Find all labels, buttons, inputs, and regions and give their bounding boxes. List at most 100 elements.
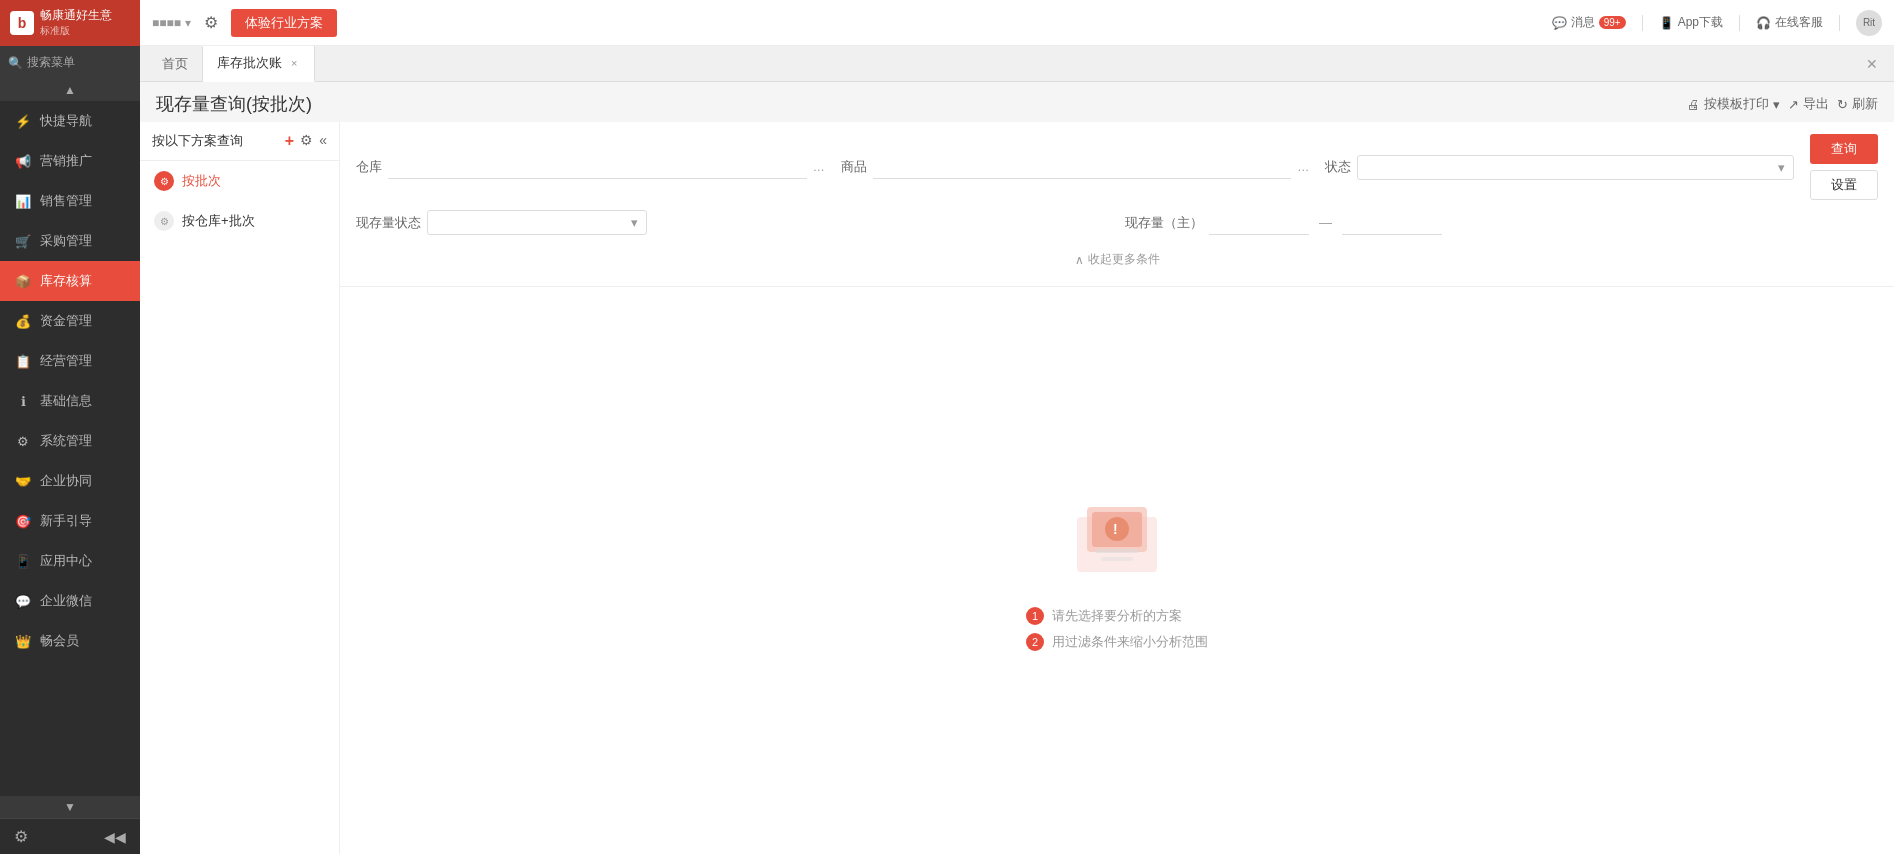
empty-state: ! 1 请先选择要分析的方案 2 用过滤条件来缩小分析范围 (340, 287, 1894, 854)
page-header-actions: 🖨 按模板打印 ▾ ↗ 导出 ↻ 刷新 (1687, 95, 1878, 113)
sidebar-item-inventory[interactable]: 📦 库存核算 (0, 261, 140, 301)
enterprise-label: 企业协同 (40, 472, 92, 490)
sidebar-item-app-center[interactable]: 📱 应用中心 (0, 541, 140, 581)
footer-settings-icon[interactable]: ⚙ (14, 827, 28, 846)
print-button[interactable]: 🖨 按模板打印 ▾ (1687, 95, 1780, 113)
purchase-label: 采购管理 (40, 232, 92, 250)
page-header: 现存量查询(按批次) 🖨 按模板打印 ▾ ↗ 导出 ↻ 刷新 (140, 82, 1894, 122)
tab-home[interactable]: 首页 (148, 47, 203, 81)
sidebar-item-marketing[interactable]: 📢 营销推广 (0, 141, 140, 181)
add-scheme-button[interactable]: + (285, 132, 294, 150)
product-filter-label: 商品 (841, 158, 867, 176)
step-1-number: 1 (1026, 607, 1044, 625)
left-panel-header: 按以下方案查询 + ⚙ « (140, 122, 339, 161)
scheme-icon-gray: ⚙ (154, 211, 174, 231)
wechat-icon: 💬 (14, 592, 32, 610)
status-filter-group: 状态 ▾ (1325, 155, 1794, 180)
refresh-icon: ↻ (1837, 97, 1848, 112)
basic-info-label: 基础信息 (40, 392, 92, 410)
print-label: 按模板打印 (1704, 95, 1769, 113)
app-download-button[interactable]: 📱 App下载 (1659, 14, 1723, 31)
system-icon: ⚙ (14, 432, 32, 450)
topbar-left: ■■■■ ▾ ⚙ 体验行业方案 (152, 9, 1544, 37)
app-logo: b (10, 11, 34, 35)
print-icon: 🖨 (1687, 97, 1700, 112)
sidebar-item-basic-info[interactable]: ℹ 基础信息 (0, 381, 140, 421)
warehouse-filter-input[interactable] (388, 155, 807, 179)
product-more-button[interactable]: … (1297, 160, 1309, 174)
message-icon: 💬 (1552, 16, 1567, 30)
sidebar-header: b 畅康通好生意 标准版 (0, 0, 140, 46)
sidebar-footer: ⚙ ◀◀ (0, 818, 140, 854)
shortcuts-label: 快捷导航 (40, 112, 92, 130)
sidebar-item-sales[interactable]: 📊 销售管理 (0, 181, 140, 221)
avatar-text: Rit (1863, 17, 1875, 28)
refresh-button[interactable]: ↻ 刷新 (1837, 95, 1878, 113)
status-filter-label: 状态 (1325, 158, 1351, 176)
collapse-filter-button[interactable]: ∧ 收起更多条件 (356, 245, 1878, 274)
filter-row-1: 仓库 … 商品 … 状态 ▾ (356, 134, 1878, 200)
tab-side-close-button[interactable]: ✕ (1858, 56, 1886, 72)
scheme-item-by-warehouse-batch[interactable]: ⚙ 按仓库+批次 (140, 201, 339, 241)
sidebar-item-members[interactable]: 👑 畅会员 (0, 621, 140, 661)
filter-area: 仓库 … 商品 … 状态 ▾ (340, 122, 1894, 287)
user-avatar-button[interactable]: Rit (1856, 10, 1882, 36)
page-title: 现存量查询(按批次) (156, 92, 312, 116)
sidebar-item-operations[interactable]: 📋 经营管理 (0, 341, 140, 381)
topbar: ■■■■ ▾ ⚙ 体验行业方案 💬 消息 99+ 📱 App下载 🎧 在线客服 (140, 0, 1894, 46)
sidebar-item-purchase[interactable]: 🛒 采购管理 (0, 221, 140, 261)
query-button[interactable]: 查询 (1810, 134, 1878, 164)
brand-info: 畅康通好生意 标准版 (40, 8, 112, 38)
warehouse-more-button[interactable]: … (813, 160, 825, 174)
empty-text: 1 请先选择要分析的方案 2 用过滤条件来缩小分析范围 (1026, 603, 1208, 655)
tab-inventory-batch[interactable]: 库存批次账 × (203, 46, 315, 82)
message-label: 消息 (1571, 14, 1595, 31)
sidebar-search[interactable]: 🔍 搜索菜单 (0, 46, 140, 79)
topbar-right: 💬 消息 99+ 📱 App下载 🎧 在线客服 Rit (1552, 10, 1882, 36)
sidebar-item-shortcuts[interactable]: ⚡ 快捷导航 (0, 101, 140, 141)
scheme-item-by-batch[interactable]: ⚙ 按批次 (140, 161, 339, 201)
system-label: 系统管理 (40, 432, 92, 450)
stock-status-select[interactable]: ▾ (427, 210, 647, 235)
tab-home-label: 首页 (162, 55, 188, 73)
scheme-settings-icon[interactable]: ⚙ (300, 132, 313, 150)
collapse-left-panel-button[interactable]: « (319, 132, 327, 150)
status-filter-select[interactable]: ▾ (1357, 155, 1794, 180)
sidebar-item-enterprise[interactable]: 🤝 企业协同 (0, 461, 140, 501)
sales-icon: 📊 (14, 192, 32, 210)
online-service-button[interactable]: 🎧 在线客服 (1756, 14, 1823, 31)
basic-info-icon: ℹ (14, 392, 32, 410)
stock-qty-max-input[interactable] (1342, 211, 1442, 235)
sidebar-item-guide[interactable]: 🎯 新手引导 (0, 501, 140, 541)
product-filter-input[interactable] (873, 155, 1292, 179)
edition-label: 标准版 (40, 24, 112, 38)
brand-name: 畅康通好生意 (40, 8, 112, 24)
stock-qty-min-input[interactable] (1209, 211, 1309, 235)
message-button[interactable]: 💬 消息 99+ (1552, 14, 1626, 31)
experience-industry-button[interactable]: 体验行业方案 (231, 9, 337, 37)
sidebar: b 畅康通好生意 标准版 🔍 搜索菜单 ▲ ⚡ 快捷导航 📢 营销推广 📊 销售… (0, 0, 140, 854)
finance-label: 资金管理 (40, 312, 92, 330)
divider (1642, 15, 1643, 31)
finance-icon: 💰 (14, 312, 32, 330)
tab-close-button[interactable]: × (288, 56, 300, 70)
step-2-number: 2 (1026, 633, 1044, 651)
wechat-label: 企业微信 (40, 592, 92, 610)
sidebar-item-wechat[interactable]: 💬 企业微信 (0, 581, 140, 621)
svg-text:!: ! (1113, 521, 1118, 537)
settings-button[interactable]: 设置 (1810, 170, 1878, 200)
breadcrumb: ■■■■ ▾ (152, 16, 191, 30)
search-icon: 🔍 (8, 56, 23, 70)
purchase-icon: 🛒 (14, 232, 32, 250)
scroll-down-button[interactable]: ▼ (0, 796, 140, 818)
left-panel: 按以下方案查询 + ⚙ « ⚙ 按批次 ⚙ 按仓库+批次 (140, 122, 340, 854)
footer-collapse-icon[interactable]: ◀◀ (104, 829, 126, 845)
shortcuts-icon: ⚡ (14, 112, 32, 130)
export-button[interactable]: ↗ 导出 (1788, 95, 1829, 113)
settings-gear-button[interactable]: ⚙ (197, 9, 225, 37)
scroll-up-button[interactable]: ▲ (0, 79, 140, 101)
tab-inventory-batch-label: 库存批次账 (217, 54, 282, 72)
sidebar-item-finance[interactable]: 💰 资金管理 (0, 301, 140, 341)
sidebar-item-system[interactable]: ⚙ 系统管理 (0, 421, 140, 461)
warehouse-filter-group: 仓库 … (356, 155, 825, 179)
